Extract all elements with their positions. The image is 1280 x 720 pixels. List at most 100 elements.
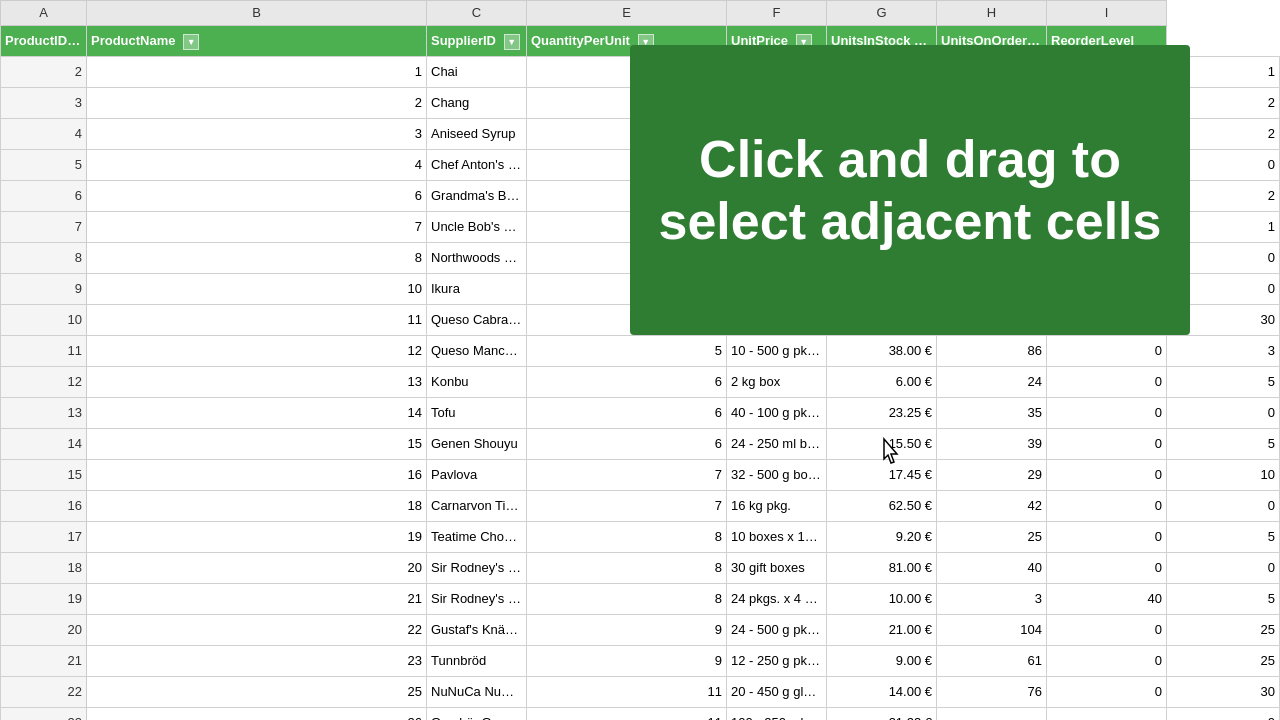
cell-quantityperunit[interactable]: 20 - 450 g glasses — [727, 677, 827, 708]
cell-reorderlevel[interactable]: 5 — [1167, 584, 1280, 615]
cell-reorderlevel[interactable]: 10 — [1167, 460, 1280, 491]
cell-productid[interactable]: 1 — [87, 57, 427, 88]
cell-productname[interactable]: Aniseed Syrup — [427, 119, 527, 150]
cell-productname[interactable]: Tunnbröd — [427, 646, 527, 677]
cell-unitsonorder[interactable]: 0 — [1047, 460, 1167, 491]
cell-unitprice[interactable]: 23.25 € — [827, 398, 937, 429]
table-row[interactable]: 2225NuNuCa Nuß-Nougat-Creme1120 - 450 g … — [1, 677, 1280, 708]
cell-unitsonorder[interactable]: 0 — [1047, 522, 1167, 553]
cell-reorderlevel[interactable]: 5 — [1167, 429, 1280, 460]
col-letter-i[interactable]: I — [1047, 1, 1167, 26]
col-letter-b[interactable]: B — [87, 1, 427, 26]
cell-productname[interactable]: Tofu — [427, 398, 527, 429]
cell-supplierid[interactable]: 8 — [527, 584, 727, 615]
cell-quantityperunit[interactable]: 32 - 500 g boxes — [727, 460, 827, 491]
col-letter-g[interactable]: G — [827, 1, 937, 26]
cell-productname[interactable]: Sir Rodney's Scones — [427, 584, 527, 615]
table-row[interactable]: 1719Teatime Chocolate Biscuits810 boxes … — [1, 522, 1280, 553]
cell-productid[interactable]: 18 — [87, 491, 427, 522]
header-productname[interactable]: ProductName ▼ — [87, 26, 427, 57]
cell-unitsinstock[interactable]: 35 — [937, 398, 1047, 429]
table-row[interactable]: 1921Sir Rodney's Scones824 pkgs. x 4 pie… — [1, 584, 1280, 615]
cell-productid[interactable]: 21 — [87, 584, 427, 615]
cell-productname[interactable]: Konbu — [427, 367, 527, 398]
cell-unitsinstock[interactable]: 25 — [937, 522, 1047, 553]
cell-productname[interactable]: Ikura — [427, 274, 527, 305]
cell-quantityperunit[interactable]: 24 pkgs. x 4 pieces — [727, 584, 827, 615]
cell-unitsinstock[interactable]: 40 — [937, 553, 1047, 584]
cell-reorderlevel[interactable]: 5 — [1167, 522, 1280, 553]
cell-unitsonorder[interactable]: 0 — [1047, 646, 1167, 677]
cell-productid[interactable]: 6 — [87, 181, 427, 212]
cell-supplierid[interactable]: 8 — [527, 553, 727, 584]
cell-productname[interactable]: Sir Rodney's Marmalade — [427, 553, 527, 584]
cell-supplierid[interactable]: 9 — [527, 615, 727, 646]
cell-supplierid[interactable]: 9 — [527, 646, 727, 677]
cell-unitprice[interactable]: 81.00 € — [827, 553, 937, 584]
cell-productid[interactable]: 13 — [87, 367, 427, 398]
cell-quantityperunit[interactable]: 12 - 250 g pkgs. — [727, 646, 827, 677]
cell-productname[interactable]: Gustaf's Knäckebröd — [427, 615, 527, 646]
cell-supplierid[interactable]: 8 — [527, 522, 727, 553]
cell-supplierid[interactable]: 6 — [527, 367, 727, 398]
col-letter-h[interactable]: H — [937, 1, 1047, 26]
cell-unitsonorder[interactable]: 0 — [1047, 429, 1167, 460]
filter-supplierid-button[interactable]: ▼ — [504, 34, 520, 50]
cell-unitsinstock[interactable]: 29 — [937, 460, 1047, 491]
cell-productname[interactable]: Teatime Chocolate Biscuits — [427, 522, 527, 553]
table-row[interactable]: 1314Tofu640 - 100 g pkgs.23.25 €3500 — [1, 398, 1280, 429]
cell-unitsinstock[interactable]: 61 — [937, 646, 1047, 677]
cell-quantityperunit[interactable]: 16 kg pkg. — [727, 491, 827, 522]
cell-reorderlevel[interactable]: 0 — [1167, 491, 1280, 522]
cell-productid[interactable]: 3 — [87, 119, 427, 150]
cell-supplierid[interactable]: 11 — [527, 708, 727, 721]
cell-unitsonorder[interactable]: 40 — [1047, 584, 1167, 615]
cell-productname[interactable]: Queso Manchego La Pastora — [427, 336, 527, 367]
cell-unitsonorder[interactable]: 0 — [1047, 367, 1167, 398]
col-letter-a[interactable]: A — [1, 1, 87, 26]
cell-productid[interactable]: 16 — [87, 460, 427, 491]
cell-reorderlevel[interactable]: 3 — [1167, 336, 1280, 367]
cell-productname[interactable]: Chef Anton's Cajun Seasoning — [427, 150, 527, 181]
cell-supplierid[interactable]: 5 — [527, 336, 727, 367]
cell-unitsonorder[interactable]: 0 — [1047, 336, 1167, 367]
table-row[interactable]: 1213Konbu62 kg box6.00 €2405 — [1, 367, 1280, 398]
table-row[interactable]: 2326Gumbär Gummibärchen11100 - 250 g bag… — [1, 708, 1280, 721]
cell-supplierid[interactable]: 11 — [527, 677, 727, 708]
cell-productid[interactable]: 2 — [87, 88, 427, 119]
cell-productid[interactable]: 23 — [87, 646, 427, 677]
cell-unitsonorder[interactable] — [1047, 708, 1167, 721]
cell-quantityperunit[interactable]: 30 gift boxes — [727, 553, 827, 584]
cell-supplierid[interactable]: 6 — [527, 429, 727, 460]
table-row[interactable]: 2123Tunnbröd912 - 250 g pkgs.9.00 €61025 — [1, 646, 1280, 677]
cell-unitprice[interactable]: 62.50 € — [827, 491, 937, 522]
cell-reorderlevel[interactable]: 0 — [1167, 708, 1280, 721]
cell-productid[interactable]: 25 — [87, 677, 427, 708]
cell-reorderlevel[interactable]: 30 — [1167, 677, 1280, 708]
cell-unitsinstock[interactable]: 86 — [937, 336, 1047, 367]
cell-quantityperunit[interactable]: 2 kg box — [727, 367, 827, 398]
cell-productname[interactable]: Chai — [427, 57, 527, 88]
header-supplierid[interactable]: SupplierID ▼ — [427, 26, 527, 57]
cell-quantityperunit[interactable]: 10 boxes x 12 pieces — [727, 522, 827, 553]
cell-unitprice[interactable]: 14.00 € — [827, 677, 937, 708]
cell-productid[interactable]: 11 — [87, 305, 427, 336]
cell-unitsinstock[interactable]: 24 — [937, 367, 1047, 398]
cell-productid[interactable]: 12 — [87, 336, 427, 367]
cell-productname[interactable]: Queso Cabrales — [427, 305, 527, 336]
cell-unitsinstock[interactable]: 3 — [937, 584, 1047, 615]
table-row[interactable]: 1618Carnarvon Tigers716 kg pkg.62.50 €42… — [1, 491, 1280, 522]
cell-productname[interactable]: Uncle Bob's Organic Dried Pears — [427, 212, 527, 243]
cell-productid[interactable]: 20 — [87, 553, 427, 584]
cell-unitsinstock[interactable]: 42 — [937, 491, 1047, 522]
cell-unitprice[interactable]: 9.20 € — [827, 522, 937, 553]
cell-productid[interactable]: 7 — [87, 212, 427, 243]
cell-productid[interactable]: 4 — [87, 150, 427, 181]
cell-supplierid[interactable]: 6 — [527, 398, 727, 429]
cell-productid[interactable]: 14 — [87, 398, 427, 429]
cell-unitprice[interactable]: 38.00 € — [827, 336, 937, 367]
cell-productname[interactable]: Northwoods Cranberry Sauce — [427, 243, 527, 274]
col-letter-c[interactable]: C — [427, 1, 527, 26]
cell-reorderlevel[interactable]: 0 — [1167, 553, 1280, 584]
cell-unitsonorder[interactable]: 0 — [1047, 615, 1167, 646]
